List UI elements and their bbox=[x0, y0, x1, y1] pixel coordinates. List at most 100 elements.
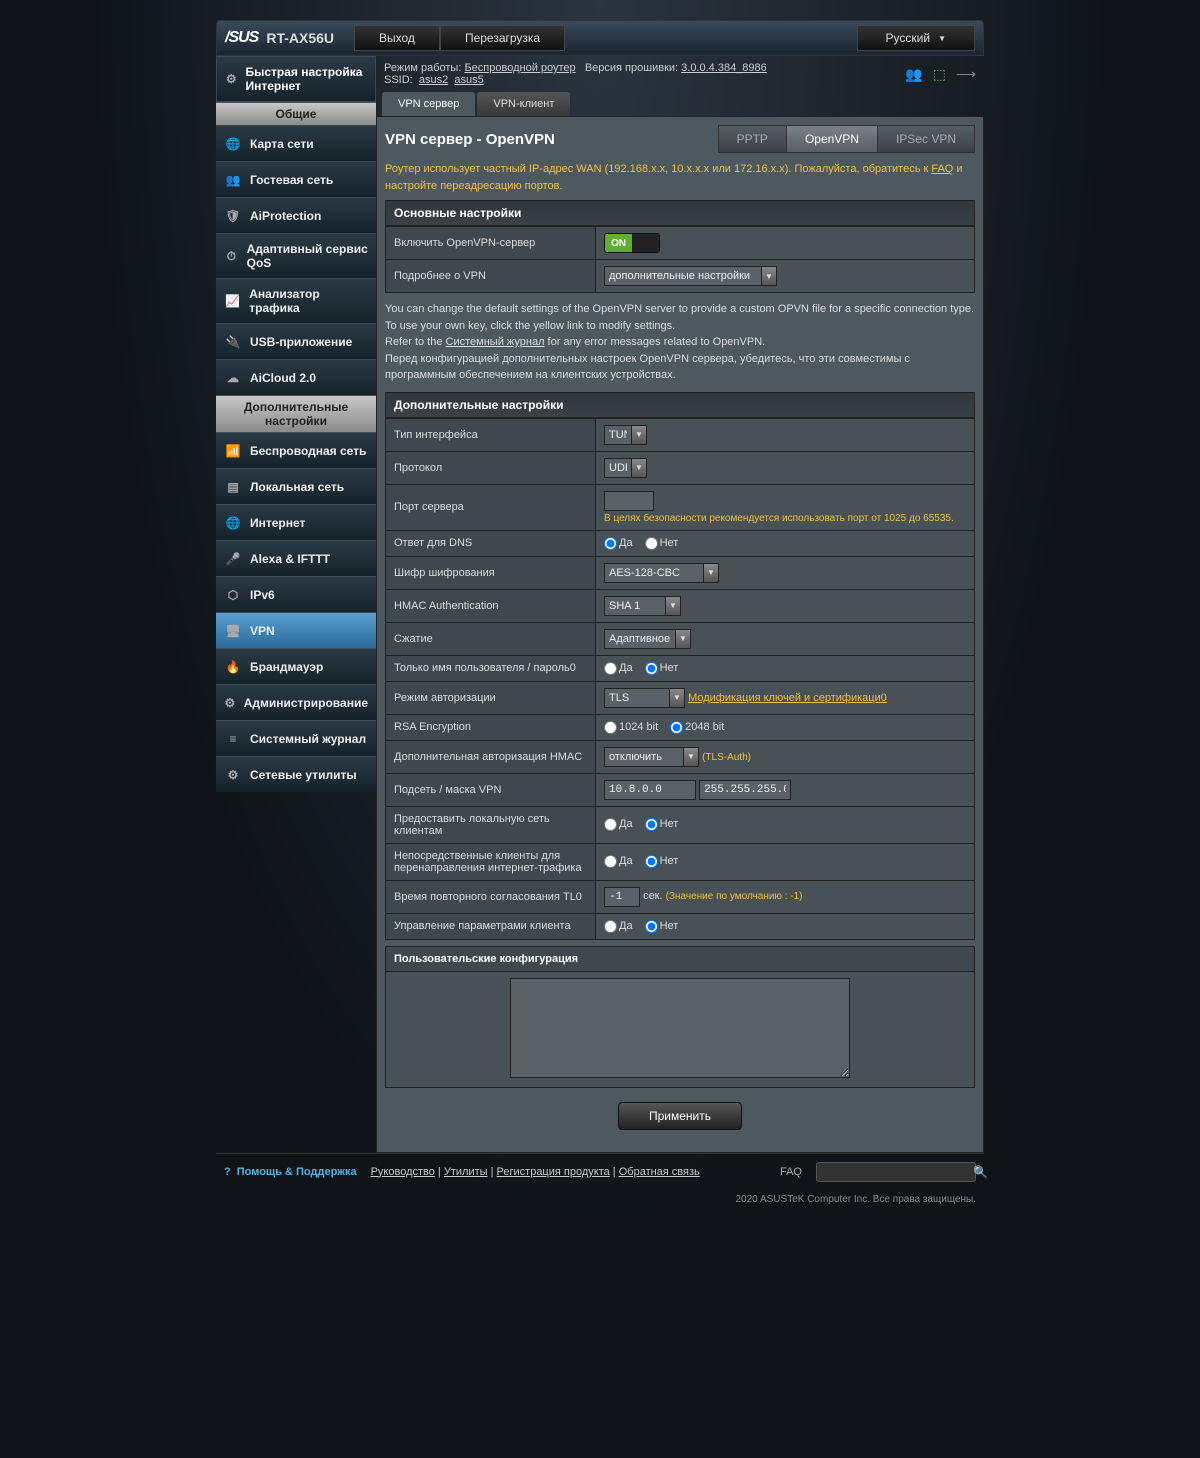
nav-ipv6[interactable]: ⬡IPv6 bbox=[216, 576, 376, 612]
proto-select[interactable] bbox=[604, 458, 632, 478]
nav-admin[interactable]: ⚙Администрирование bbox=[216, 684, 376, 720]
clients-icon[interactable]: 👥 bbox=[905, 66, 922, 83]
registration-link[interactable]: Регистрация продукта bbox=[497, 1166, 610, 1178]
auth-select[interactable] bbox=[604, 688, 670, 708]
tls-label: Дополнительная авторизация HMAC bbox=[386, 740, 596, 773]
redirect-label: Непосредственные клиенты для перенаправл… bbox=[386, 843, 596, 880]
pwonly-no-radio[interactable] bbox=[645, 662, 658, 675]
nav-syslog[interactable]: ≡Системный журнал bbox=[216, 720, 376, 756]
tls-select[interactable] bbox=[604, 747, 684, 767]
nav-firewall[interactable]: 🔥Брандмауэр bbox=[216, 648, 376, 684]
redirect-no-radio[interactable] bbox=[645, 855, 658, 868]
proto-label: Протокол bbox=[386, 451, 596, 484]
nav-label: Alexa & IFTTT bbox=[250, 552, 330, 566]
globe-icon: 🌐 bbox=[224, 135, 242, 153]
push-yes-radio[interactable] bbox=[604, 818, 617, 831]
vpn-detail-select[interactable] bbox=[604, 266, 762, 286]
cipher-select[interactable] bbox=[604, 563, 704, 583]
reboot-button[interactable]: Перезагрузка bbox=[440, 25, 565, 51]
nav-wireless[interactable]: 📶Беспроводная сеть bbox=[216, 432, 376, 468]
dropdown-icon[interactable]: ▼ bbox=[665, 596, 681, 616]
nav-network-map[interactable]: 🌐Карта сети bbox=[216, 125, 376, 161]
manage-no-radio[interactable] bbox=[645, 920, 658, 933]
dropdown-icon[interactable]: ▼ bbox=[631, 425, 647, 445]
rsa-2048-radio[interactable] bbox=[670, 721, 683, 734]
enable-toggle[interactable]: ON bbox=[604, 233, 660, 253]
iface-select[interactable] bbox=[604, 425, 632, 445]
utilities-link[interactable]: Утилиты bbox=[444, 1166, 488, 1178]
copyright: 2020 ASUSTeK Computer Inc. Все права защ… bbox=[216, 1190, 984, 1209]
search-input[interactable] bbox=[823, 1164, 973, 1180]
mode-link[interactable]: Беспроводной роутер bbox=[464, 62, 575, 74]
usb-status-icon[interactable]: ⟶ bbox=[956, 66, 976, 83]
nav-wan[interactable]: 🌐Интернет bbox=[216, 504, 376, 540]
people-icon: 👥 bbox=[224, 171, 242, 189]
rsa-1024-radio[interactable] bbox=[604, 721, 617, 734]
nav-lan[interactable]: ▤Локальная сеть bbox=[216, 468, 376, 504]
fw-label: Версия прошивки: bbox=[585, 62, 678, 74]
manual-link[interactable]: Руководство bbox=[371, 1166, 435, 1178]
syslog-link[interactable]: Системный журнал bbox=[446, 336, 545, 348]
nav-usb[interactable]: 🔌USB-приложение bbox=[216, 323, 376, 359]
dropdown-icon[interactable]: ▼ bbox=[675, 629, 691, 649]
nav-vpn[interactable]: 🖥VPN bbox=[216, 612, 376, 648]
status-bar: Режим работы: Беспроводной роутер Версия… bbox=[376, 56, 984, 92]
usercfg-textarea[interactable] bbox=[510, 978, 850, 1078]
pwonly-label: Только имя пользователя / пароль0 bbox=[386, 655, 596, 681]
comp-select[interactable] bbox=[604, 629, 676, 649]
tab-vpn-client[interactable]: VPN-клиент bbox=[477, 92, 570, 116]
cipher-label: Шифр шифрования bbox=[386, 556, 596, 589]
apply-button[interactable]: Применить bbox=[618, 1102, 742, 1130]
page-title: VPN сервер - OpenVPN bbox=[385, 131, 555, 148]
connection-icon[interactable]: ⬚ bbox=[933, 66, 946, 83]
nav-alexa[interactable]: 🎤 Alexa & IFTTT bbox=[216, 540, 376, 576]
dns-no-radio[interactable] bbox=[645, 537, 658, 550]
push-no-radio[interactable] bbox=[645, 818, 658, 831]
pwonly-yes-radio[interactable] bbox=[604, 662, 617, 675]
feedback-link[interactable]: Обратная связь bbox=[619, 1166, 700, 1178]
port-input[interactable] bbox=[604, 491, 654, 511]
nav-label: Сетевые утилиты bbox=[250, 768, 357, 782]
language-selector[interactable]: Русский ▼ bbox=[857, 25, 975, 51]
iface-label: Тип интерфейса bbox=[386, 418, 596, 451]
nav-tools[interactable]: ⚙Сетевые утилиты bbox=[216, 756, 376, 792]
dropdown-icon[interactable]: ▼ bbox=[703, 563, 719, 583]
dropdown-icon[interactable]: ▼ bbox=[631, 458, 647, 478]
tab-vpn-server[interactable]: VPN сервер bbox=[382, 92, 475, 116]
nav-label: Анализатор трафика bbox=[249, 287, 368, 315]
manage-yes-radio[interactable] bbox=[604, 920, 617, 933]
mask-input[interactable] bbox=[699, 780, 791, 800]
subnet-input[interactable] bbox=[604, 780, 696, 800]
faq-link-inline[interactable]: FAQ bbox=[931, 163, 953, 175]
search-box[interactable]: 🔍 bbox=[816, 1162, 976, 1182]
info-text: You can change the default settings of t… bbox=[385, 301, 975, 384]
nav-guest[interactable]: 👥 Гостевая сеть bbox=[216, 161, 376, 197]
dropdown-icon[interactable]: ▼ bbox=[761, 266, 777, 286]
nav-qos[interactable]: ⏱Адаптивный сервис QoS bbox=[216, 233, 376, 278]
modify-cert-link[interactable]: Модификация ключей и сертификаци0 bbox=[688, 692, 887, 704]
ssid2-link[interactable]: asus5 bbox=[454, 74, 483, 86]
ssid1-link[interactable]: asus2 bbox=[419, 74, 448, 86]
subtab-openvpn[interactable]: OpenVPN bbox=[787, 126, 878, 152]
nav-aiprotection[interactable]: 🛡AiProtection bbox=[216, 197, 376, 233]
nav-label: Гостевая сеть bbox=[250, 173, 333, 187]
fw-link[interactable]: 3.0.0.4.384_8986 bbox=[681, 62, 767, 74]
search-icon[interactable]: 🔍 bbox=[973, 1165, 988, 1179]
nav-label: USB-приложение bbox=[250, 335, 352, 349]
reneg-input[interactable] bbox=[604, 887, 640, 907]
chart-icon: 📈 bbox=[224, 292, 241, 310]
logout-button[interactable]: Выход bbox=[354, 25, 440, 51]
nav-traffic[interactable]: 📈 Анализатор трафика bbox=[216, 278, 376, 323]
dns-yes-radio[interactable] bbox=[604, 537, 617, 550]
hmac-select[interactable] bbox=[604, 596, 666, 616]
subtab-pptp[interactable]: PPTP bbox=[719, 126, 787, 152]
dropdown-icon[interactable]: ▼ bbox=[683, 747, 699, 767]
redirect-yes-radio[interactable] bbox=[604, 855, 617, 868]
subtab-ipsec[interactable]: IPSec VPN bbox=[878, 126, 974, 152]
quick-setup[interactable]: ⚙ Быстрая настройка Интернет bbox=[216, 56, 376, 102]
nav-aicloud[interactable]: ☁AiCloud 2.0 bbox=[216, 359, 376, 395]
help-support[interactable]: ? Помощь & Поддержка bbox=[224, 1166, 357, 1178]
voice-icon: 🎤 bbox=[224, 550, 242, 568]
port-hint: В целях безопасности рекомендуется испол… bbox=[604, 513, 966, 524]
dropdown-icon[interactable]: ▼ bbox=[669, 688, 685, 708]
